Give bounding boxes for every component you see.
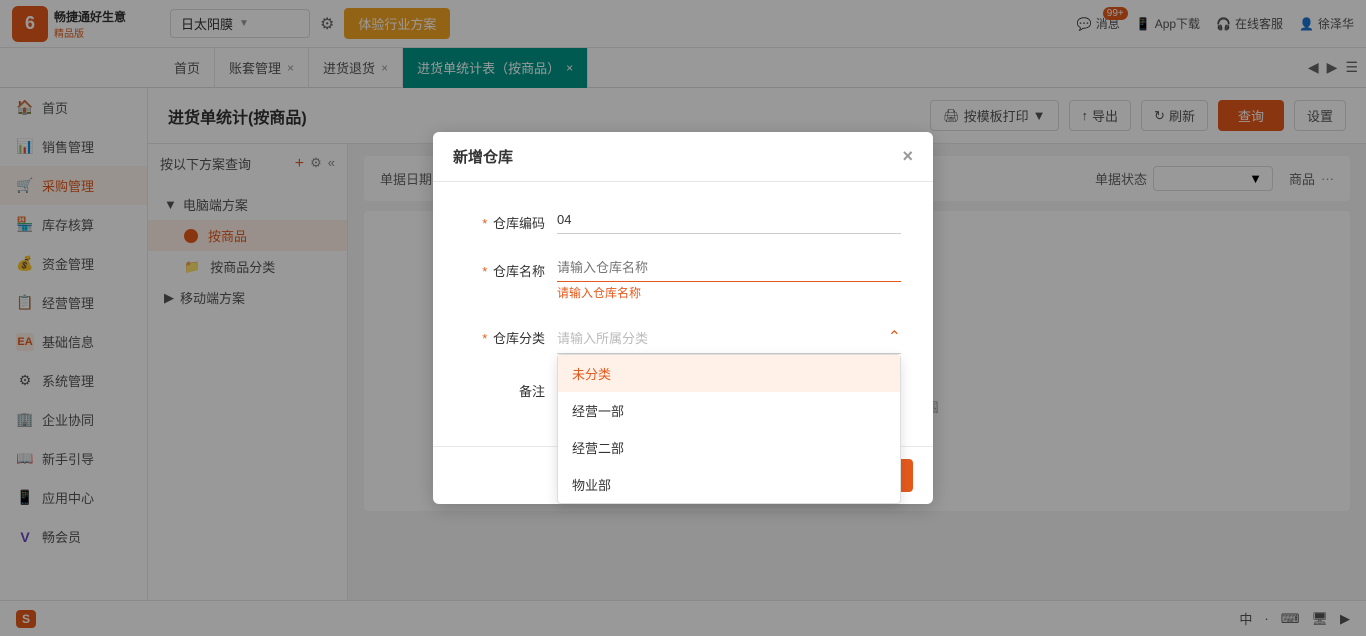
- modal-overlay: 新增仓库 × * 仓库编码 * 仓库名称 请输入仓库名称: [0, 0, 1366, 636]
- name-label: * 仓库名称: [465, 254, 545, 280]
- category-dropdown-list: 未分类 经营一部 经营二部 物业部: [557, 354, 901, 504]
- modal-close-btn[interactable]: ×: [902, 146, 913, 167]
- category-dropdown-wrap: 请输入所属分类 ⌃ 未分类 经营一部 经营二部 物业部: [557, 321, 901, 354]
- category-option-dept2[interactable]: 经营二部: [558, 429, 900, 466]
- warehouse-code-input[interactable]: [557, 206, 901, 234]
- code-label: * 仓库编码: [465, 206, 545, 232]
- name-field-wrap: 请输入仓库名称: [557, 254, 901, 301]
- category-placeholder: 请输入所属分类: [557, 328, 888, 347]
- new-warehouse-modal: 新增仓库 × * 仓库编码 * 仓库名称 请输入仓库名称: [433, 132, 933, 504]
- name-error-msg: 请输入仓库名称: [557, 284, 901, 301]
- category-label: * 仓库分类: [465, 321, 545, 347]
- warehouse-name-row: * 仓库名称 请输入仓库名称: [465, 254, 901, 301]
- warehouse-category-row: * 仓库分类 请输入所属分类 ⌃ 未分类 经营一部 经营二部 物业部: [465, 321, 901, 354]
- modal-header: 新增仓库 ×: [433, 132, 933, 182]
- category-option-property[interactable]: 物业部: [558, 466, 900, 503]
- category-arrow-up: ⌃: [888, 327, 901, 347]
- modal-body: * 仓库编码 * 仓库名称 请输入仓库名称 *: [433, 182, 933, 446]
- warehouse-name-input[interactable]: [557, 254, 901, 282]
- category-option-unclassified[interactable]: 未分类: [558, 355, 900, 392]
- category-option-dept1[interactable]: 经营一部: [558, 392, 900, 429]
- category-dropdown-trigger[interactable]: 请输入所属分类 ⌃: [557, 321, 901, 354]
- warehouse-code-row: * 仓库编码: [465, 206, 901, 234]
- modal-title: 新增仓库: [453, 146, 513, 167]
- note-label: 备注: [465, 374, 545, 400]
